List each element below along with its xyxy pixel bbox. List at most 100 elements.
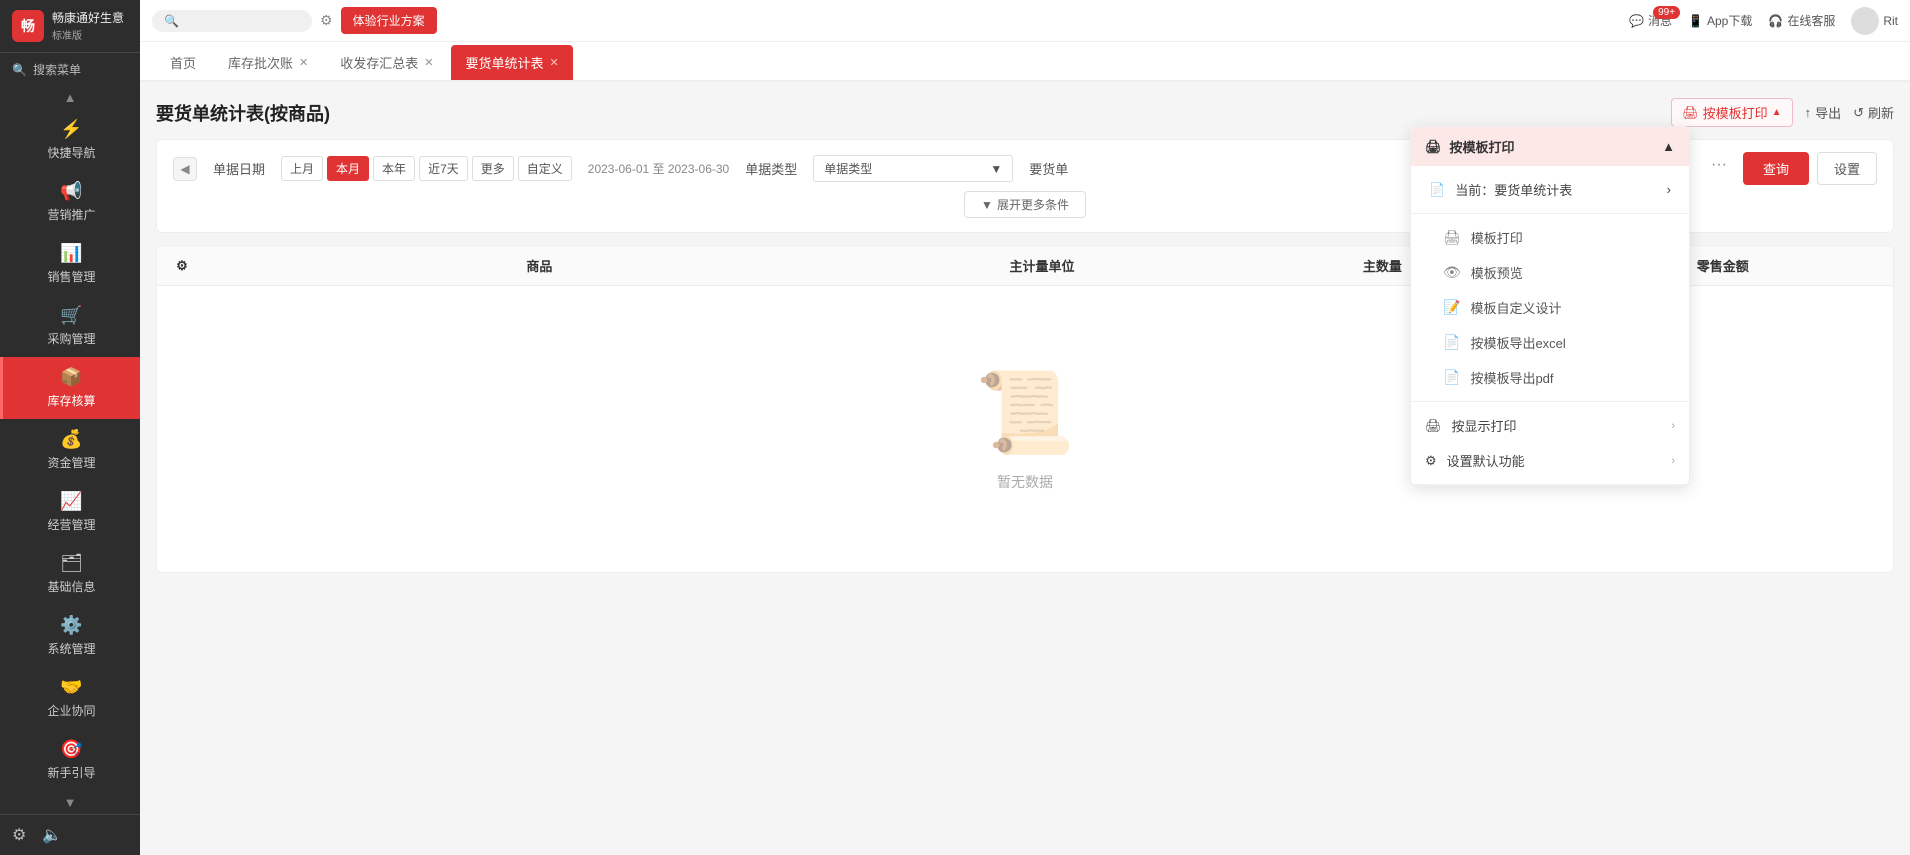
avatar-image <box>1851 7 1879 35</box>
date-btn-0[interactable]: 上月 <box>281 156 323 181</box>
dropdown-item-label-template-print: 模板打印 <box>1471 228 1523 247</box>
dropdown-current-section: 📄 当前：要货单统计表 › <box>1411 166 1689 214</box>
more-options-button[interactable]: ··· <box>1703 152 1735 185</box>
date-btn-2[interactable]: 本年 <box>373 156 415 181</box>
dropdown-item-export-excel[interactable]: 📄 按模板导出excel <box>1411 325 1689 360</box>
date-btn-3[interactable]: 近7天 <box>419 156 468 181</box>
dropdown-item-export-pdf[interactable]: 📄按模板导出pdf <box>1411 360 1689 395</box>
dropdown-item-template-design[interactable]: 📝模板自定义设计 <box>1411 290 1689 325</box>
order-type-label: 要货单 <box>1029 159 1068 178</box>
dropdown-item-icon-template-print: 🖨 <box>1443 229 1461 246</box>
nav-icon-purchase: 🛒 <box>60 305 82 326</box>
nav-label-system: 系统管理 <box>47 640 95 657</box>
dropdown-item-template-preview[interactable]: 👁 模板预览 <box>1411 255 1689 290</box>
sidebar-item-sales[interactable]: 📊销售管理 <box>0 233 140 295</box>
audio-footer-icon[interactable]: 🔈 <box>42 825 62 845</box>
sidebar-item-purchase[interactable]: 🛒 采购管理 <box>0 295 140 357</box>
date-btn-4[interactable]: 更多 <box>472 156 514 181</box>
type-select-value: 单据类型 <box>824 160 872 177</box>
sidebar-search[interactable]: 🔍 搜索菜单 <box>0 53 140 86</box>
settings-footer-icon[interactable]: ⚙ <box>12 825 26 845</box>
logo-info: 畅康通好生意 标准版 <box>52 10 124 42</box>
tab-close-batch-account[interactable]: ✕ <box>299 56 308 69</box>
nav-label-purchase: 采购管理 <box>47 330 95 347</box>
dropdown-default-func[interactable]: ⚙ 设置默认功能 › <box>1411 443 1689 478</box>
dropdown-item-label-template-preview: 模板预览 <box>1471 263 1523 282</box>
sidebar-footer: ⚙ 🔈 <box>0 814 140 855</box>
query-button[interactable]: 查询 <box>1743 152 1809 185</box>
type-filter-label: 单据类型 <box>745 159 797 178</box>
app-download-button[interactable]: 📱 App下载 <box>1688 12 1752 29</box>
sidebar-item-quick-nav[interactable]: ⚡快捷导航 <box>0 109 140 171</box>
dropdown-item-label-export-excel: 按模板导出excel <box>1470 333 1565 352</box>
dropdown-current-item[interactable]: 📄 当前：要货单统计表 › <box>1411 172 1689 207</box>
display-chevron-icon: › <box>1671 420 1675 432</box>
nav-icon-inventory: 📦 <box>60 367 82 388</box>
nav-icon-guide: 🎯 <box>60 739 82 760</box>
print-arrow-icon: ▲ <box>1772 107 1782 118</box>
tab-home[interactable]: 首页 <box>156 45 210 80</box>
dropdown-item-icon-template-preview: 👁 <box>1443 264 1461 281</box>
header-right: 💬 消息 99+ 📱 App下载 🎧 在线客服 Rit <box>1629 7 1898 35</box>
service-icon: 🎧 <box>1768 14 1783 28</box>
sidebar-item-finance[interactable]: 💰资金管理 <box>0 419 140 481</box>
filter-toggle-icon[interactable]: ◀ <box>173 157 197 181</box>
date-range-display: 2023-06-01 至 2023-06-30 <box>588 160 729 177</box>
sidebar-item-inventory[interactable]: 📦 库存核算 <box>0 357 140 419</box>
nav-icon-marketing: 📢 <box>60 181 82 202</box>
date-btn-5[interactable]: 自定义 <box>518 156 572 181</box>
dropdown-collapse-icon[interactable]: ▲ <box>1662 139 1675 154</box>
date-group: 上月本月本年近7天更多自定义 <box>281 156 572 181</box>
nav-icon-basic: 🗂 <box>60 553 83 574</box>
sidebar-item-guide[interactable]: 🎯 新手引导 <box>0 729 140 791</box>
dropdown-title: 按模板打印 <box>1450 137 1515 156</box>
display-print-icon: 🖨 <box>1425 418 1442 434</box>
tab-close-order-stats[interactable]: ✕ <box>550 56 559 69</box>
avatar[interactable]: Rit <box>1851 7 1898 35</box>
nav-label-finance: 资金管理 <box>47 454 95 471</box>
dropdown-item-icon-export-excel: 📄 <box>1443 334 1460 351</box>
default-func-label: 设置默认功能 <box>1447 451 1525 470</box>
tab-close-receivable-summary[interactable]: ✕ <box>424 56 433 69</box>
dropdown-display-print[interactable]: 🖨 按显示打印 › <box>1411 408 1689 443</box>
header-gear-icon[interactable]: ⚙ <box>320 12 333 29</box>
header-search-bar[interactable]: 🔍 <box>152 10 312 32</box>
title-actions: 🖨 按模板打印 ▲ ↑ 导出 ↺ 刷新 <box>1671 98 1894 127</box>
nav-label-guide: 新手引导 <box>47 764 95 781</box>
content-area: 要货单统计表(按商品) 🖨 按模板打印 ▲ ↑ 导出 ↺ 刷新 <box>140 82 1910 855</box>
trial-button[interactable]: 体验行业方案 <box>341 7 437 34</box>
date-btn-1[interactable]: 本月 <box>327 156 369 181</box>
print-button[interactable]: 🖨 按模板打印 ▲ <box>1671 98 1792 127</box>
export-button[interactable]: ↑ 导出 <box>1805 103 1842 122</box>
dropdown-header: 🖨 按模板打印 ▲ <box>1411 127 1689 166</box>
sidebar-item-system[interactable]: ⚙️系统管理 <box>0 605 140 667</box>
type-select[interactable]: 单据类型 ▼ <box>813 155 1013 182</box>
refresh-button[interactable]: ↺ 刷新 <box>1853 103 1894 122</box>
tab-order-stats[interactable]: 要货单统计表✕ <box>451 45 572 80</box>
sidebar-item-basic[interactable]: 🗂基础信息 <box>0 543 140 605</box>
nav-label-quick-nav: 快捷导航 <box>47 144 95 161</box>
online-service-button[interactable]: 🎧 在线客服 <box>1768 12 1835 29</box>
sidebar-item-business[interactable]: 📈经营管理 <box>0 481 140 543</box>
tab-batch-account[interactable]: 库存批次账✕ <box>214 45 322 80</box>
tab-bar: 首页库存批次账✕收发存汇总表✕要货单统计表✕ <box>140 42 1910 82</box>
sidebar-logo: 畅 畅康通好生意 标准版 <box>0 0 140 53</box>
nav-label-collab: 企业协同 <box>47 702 95 719</box>
nav-label-inventory: 库存核算 <box>47 392 95 409</box>
sidebar-scroll-down[interactable]: ▼ <box>0 791 140 814</box>
nav-icon-business: 📈 <box>60 491 82 512</box>
settings-button[interactable]: 设置 <box>1817 152 1877 185</box>
sidebar-item-collab[interactable]: 🤝企业协同 <box>0 667 140 729</box>
tab-receivable-summary[interactable]: 收发存汇总表✕ <box>326 45 447 80</box>
dropdown-item-template-print[interactable]: 🖨 模板打印 <box>1411 220 1689 255</box>
expand-more-button[interactable]: ▼ 展开更多条件 <box>964 191 1086 218</box>
sidebar-scroll-up[interactable]: ▲ <box>0 86 140 109</box>
logo-name: 畅康通好生意 <box>52 10 124 27</box>
nav-label-sales: 销售管理 <box>47 268 95 285</box>
messages-button[interactable]: 💬 消息 99+ <box>1629 12 1672 29</box>
date-filter-label: 单据日期 <box>213 159 265 178</box>
dropdown-item-label-template-design: 模板自定义设计 <box>1470 298 1561 317</box>
nav-label-marketing: 营销推广 <box>47 206 95 223</box>
sidebar-item-marketing[interactable]: 📢 营销推广 <box>0 171 140 233</box>
default-func-icon: ⚙ <box>1425 453 1437 469</box>
